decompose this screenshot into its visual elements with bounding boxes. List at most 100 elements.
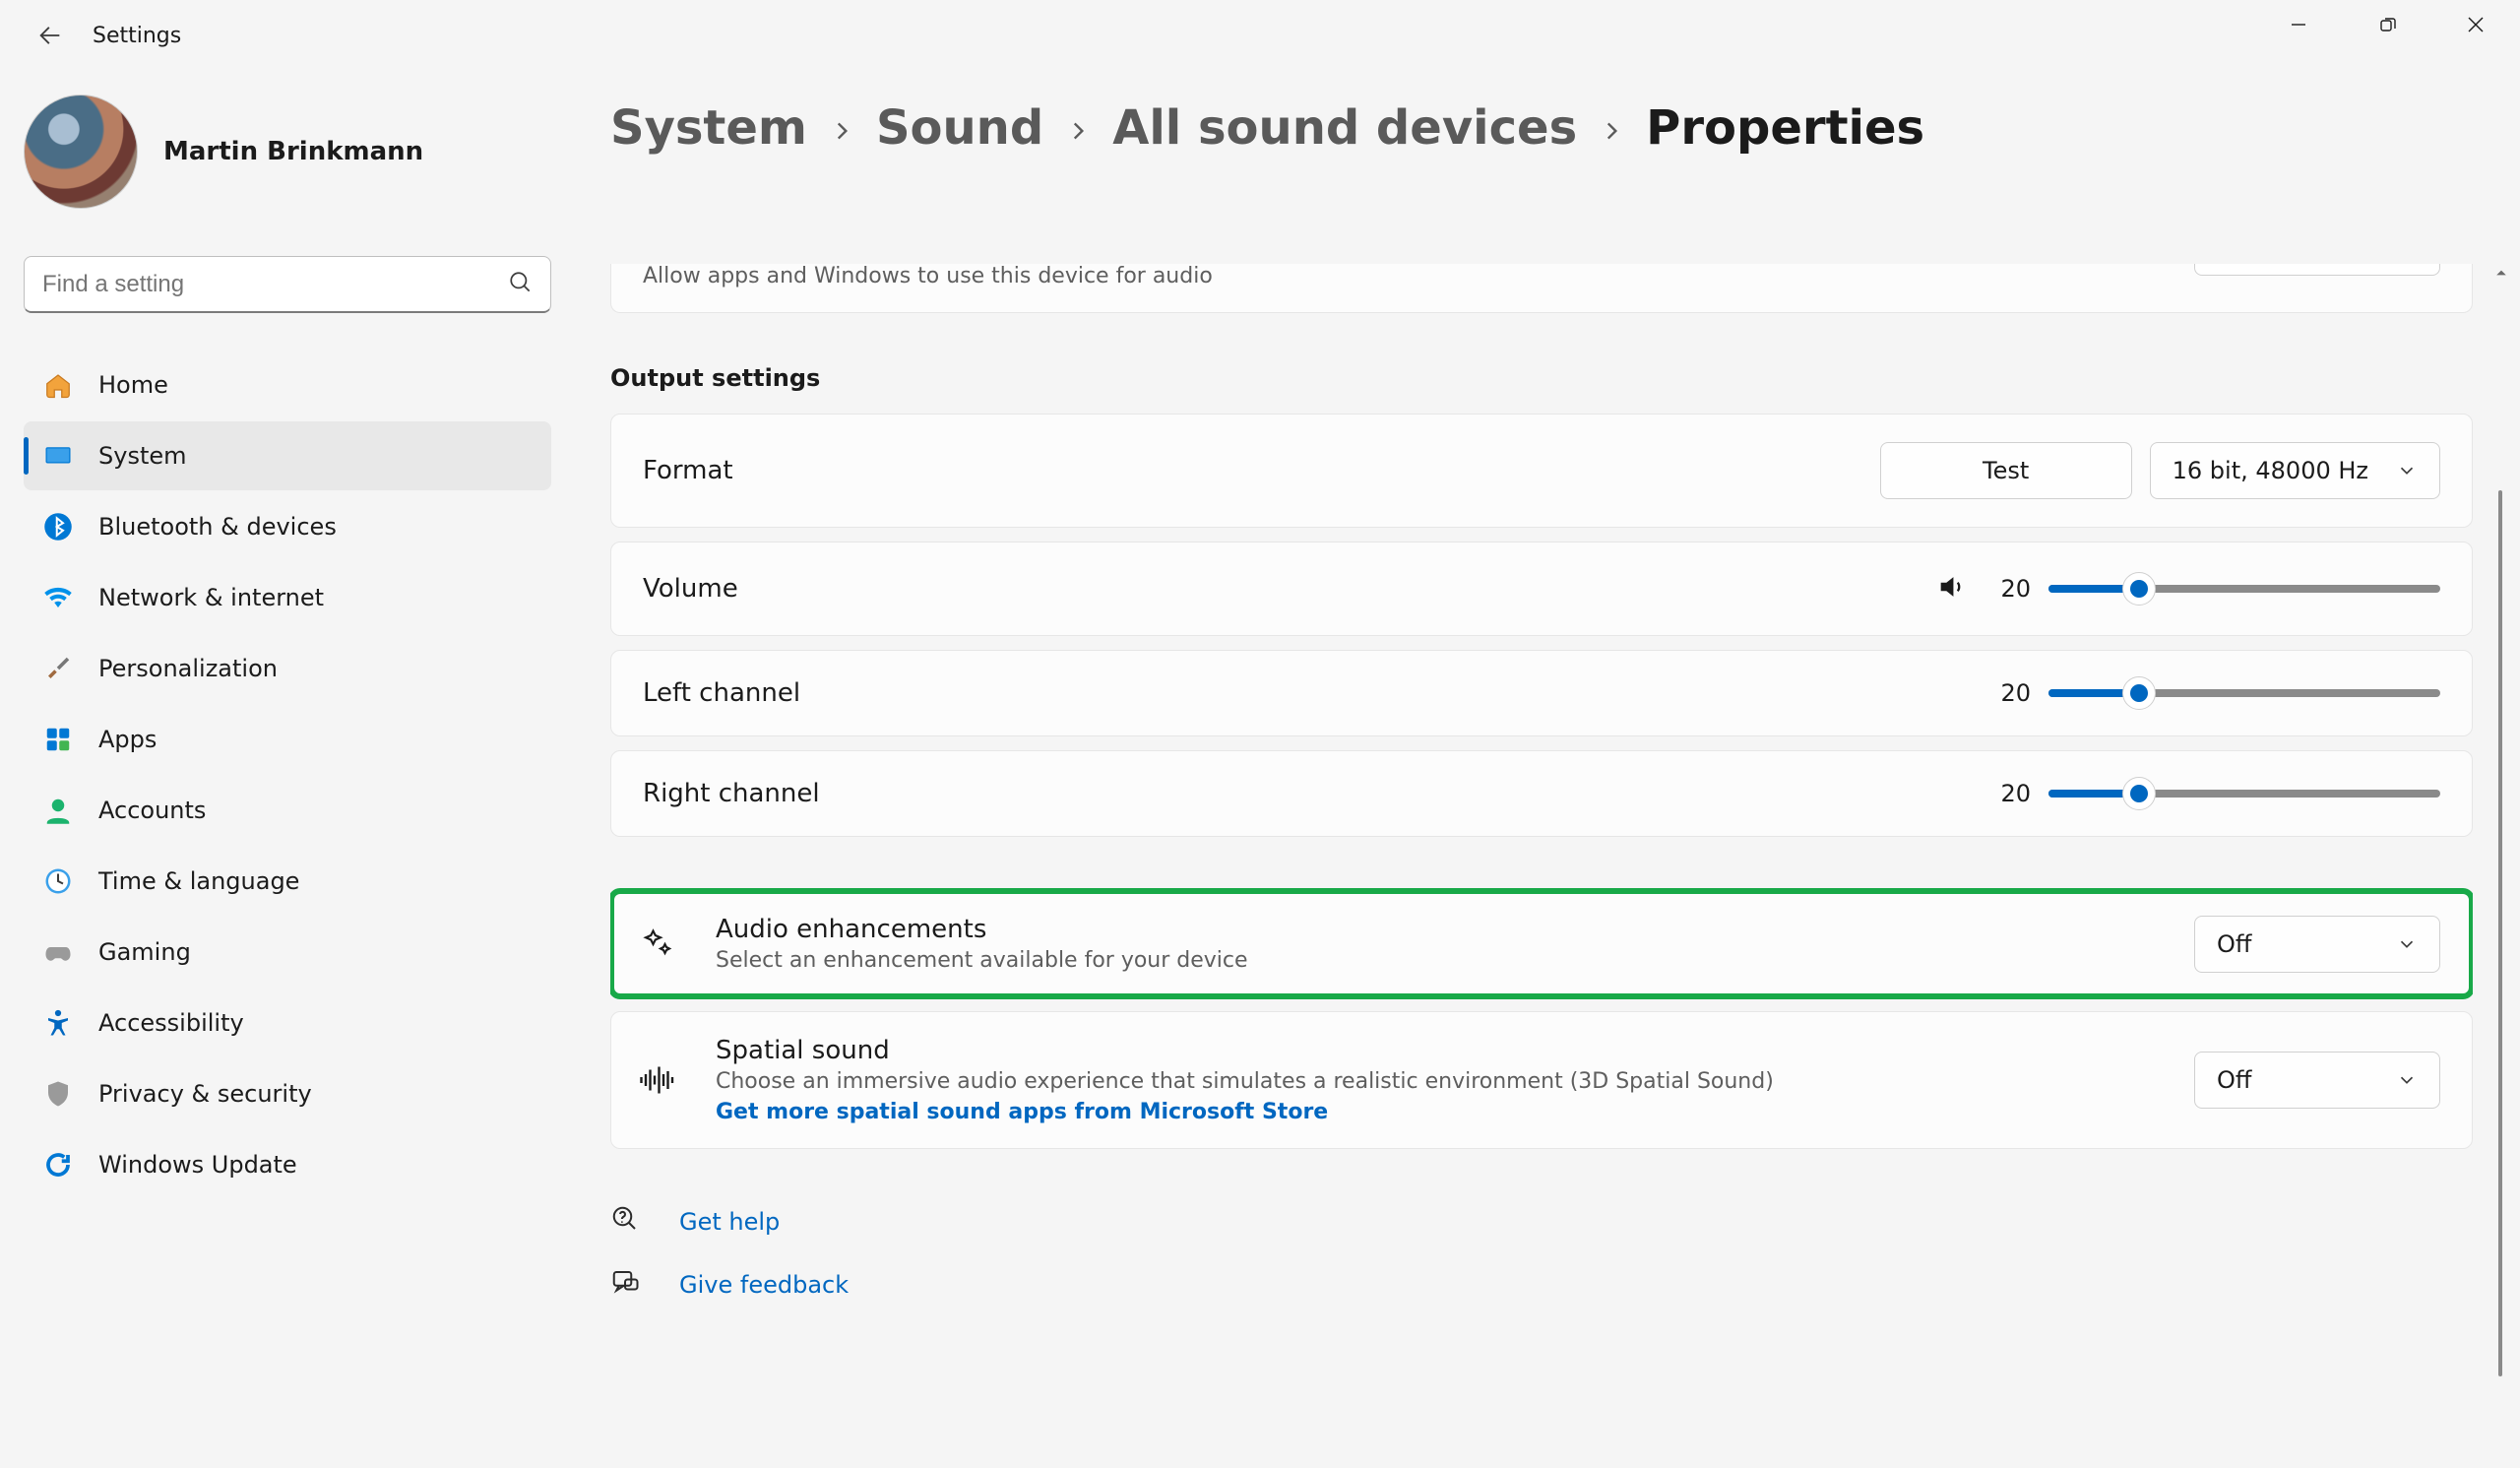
sidebar-item-label: Time & language (98, 867, 299, 895)
volume-label: Volume (643, 574, 738, 604)
spatial-dropdown[interactable]: Off (2194, 1052, 2440, 1109)
scrollbar[interactable] (2496, 264, 2506, 1468)
speaker-icon[interactable] (1935, 570, 1969, 607)
sidebar-item-home[interactable]: Home (24, 351, 551, 419)
breadcrumb-system[interactable]: System (610, 100, 807, 156)
give-feedback-link[interactable]: Give feedback (610, 1267, 2473, 1303)
format-label: Format (643, 456, 733, 485)
chevron-down-icon (2396, 1069, 2418, 1091)
general-allow-sub: Allow apps and Windows to use this devic… (643, 264, 1213, 288)
audio-enhancements-dropdown[interactable]: Off (2194, 916, 2440, 973)
wifi-icon (41, 581, 75, 614)
chevron-down-icon (2396, 460, 2418, 481)
sidebar-item-label: Windows Update (98, 1151, 297, 1179)
sidebar: Martin Brinkmann Home System Bluetooth &… (0, 71, 571, 1468)
chevron-right-icon (1599, 100, 1624, 156)
sidebar-item-label: System (98, 442, 187, 470)
get-help-link[interactable]: Get help (610, 1204, 2473, 1240)
sidebar-item-label: Privacy & security (98, 1080, 312, 1108)
get-help-label: Get help (679, 1208, 780, 1236)
sparkle-icon (635, 926, 680, 962)
search (24, 256, 551, 313)
bluetooth-icon (41, 510, 75, 543)
sidebar-item-privacy[interactable]: Privacy & security (24, 1059, 551, 1128)
accessibility-icon (41, 1006, 75, 1040)
window-controls (2254, 0, 2520, 49)
allow-dropdown[interactable] (2194, 264, 2440, 276)
sidebar-item-label: Accessibility (98, 1009, 244, 1037)
maximize-button[interactable] (2343, 0, 2431, 49)
maximize-icon (2377, 15, 2397, 34)
spatial-value: Off (2217, 1066, 2251, 1094)
titlebar: Settings (0, 0, 2520, 71)
sidebar-item-apps[interactable]: Apps (24, 705, 551, 774)
sidebar-item-time[interactable]: Time & language (24, 847, 551, 916)
sidebar-item-personalization[interactable]: Personalization (24, 634, 551, 703)
main: System Sound All sound devices Propertie… (571, 71, 2520, 1468)
sidebar-item-network[interactable]: Network & internet (24, 563, 551, 632)
sidebar-item-label: Gaming (98, 938, 191, 966)
sidebar-item-label: Network & internet (98, 584, 324, 611)
sidebar-item-label: Apps (98, 726, 157, 753)
brush-icon (41, 652, 75, 685)
sidebar-item-label: Accounts (98, 797, 206, 824)
chevron-right-icon (829, 100, 854, 156)
avatar (24, 95, 138, 209)
scroll-up-icon[interactable] (2495, 264, 2507, 276)
profile[interactable]: Martin Brinkmann (24, 95, 551, 209)
volume-value: 20 (2000, 575, 2031, 603)
system-icon (41, 439, 75, 473)
right-channel-value: 20 (2000, 780, 2031, 807)
scrollbar-thumb[interactable] (2498, 490, 2502, 1376)
sidebar-item-accounts[interactable]: Accounts (24, 776, 551, 845)
sidebar-item-gaming[interactable]: Gaming (24, 918, 551, 987)
sidebar-item-bluetooth[interactable]: Bluetooth & devices (24, 492, 551, 561)
spatial-title: Spatial sound (716, 1036, 1774, 1065)
format-test-button[interactable]: Test (1880, 442, 2132, 499)
close-button[interactable] (2431, 0, 2520, 49)
volume-slider[interactable] (2048, 585, 2440, 593)
format-card: Format Test 16 bit, 48000 Hz (610, 414, 2473, 528)
left-channel-slider[interactable] (2048, 689, 2440, 697)
sidebar-item-system[interactable]: System (24, 421, 551, 490)
right-channel-label: Right channel (643, 779, 820, 808)
shield-icon (41, 1077, 75, 1111)
right-channel-slider[interactable] (2048, 790, 2440, 798)
clock-icon (41, 864, 75, 898)
soundwave-icon (635, 1062, 680, 1098)
minimize-button[interactable] (2254, 0, 2343, 49)
chevron-down-icon (2396, 933, 2418, 955)
person-icon (41, 794, 75, 827)
spatial-sound-card[interactable]: Spatial sound Choose an immersive audio … (610, 1011, 2473, 1149)
audio-enhancements-sub: Select an enhancement available for your… (716, 948, 1248, 973)
give-feedback-label: Give feedback (679, 1271, 849, 1299)
search-icon (508, 270, 534, 299)
back-arrow-icon (36, 22, 64, 49)
update-icon (41, 1148, 75, 1181)
minimize-icon (2289, 15, 2308, 34)
volume-card: Volume 20 (610, 542, 2473, 636)
format-value: 16 bit, 48000 Hz (2173, 457, 2368, 484)
sidebar-item-label: Home (98, 371, 168, 399)
left-channel-value: 20 (2000, 679, 2031, 707)
left-channel-label: Left channel (643, 678, 800, 708)
window-title: Settings (93, 24, 181, 48)
format-dropdown[interactable]: 16 bit, 48000 Hz (2150, 442, 2440, 499)
breadcrumb-all-devices[interactable]: All sound devices (1112, 100, 1577, 156)
left-channel-card: Left channel 20 (610, 650, 2473, 736)
sidebar-item-update[interactable]: Windows Update (24, 1130, 551, 1199)
user-name: Martin Brinkmann (163, 137, 423, 166)
content-scroll: Allow apps and Windows to use this devic… (610, 264, 2473, 1468)
chevron-right-icon (1065, 100, 1091, 156)
search-input[interactable] (24, 256, 551, 313)
format-test-label: Test (1983, 457, 2029, 484)
close-icon (2466, 15, 2486, 34)
help-icon (610, 1204, 642, 1240)
audio-enhancements-card[interactable]: Audio enhancements Select an enhancement… (610, 890, 2473, 997)
spatial-store-link[interactable]: Get more spatial sound apps from Microso… (716, 1100, 1774, 1124)
breadcrumb-sound[interactable]: Sound (876, 100, 1043, 156)
back-button[interactable] (28, 13, 73, 58)
sidebar-item-accessibility[interactable]: Accessibility (24, 989, 551, 1057)
audio-enhancements-title: Audio enhancements (716, 915, 1248, 944)
general-allow-card[interactable]: Allow apps and Windows to use this devic… (610, 264, 2473, 313)
